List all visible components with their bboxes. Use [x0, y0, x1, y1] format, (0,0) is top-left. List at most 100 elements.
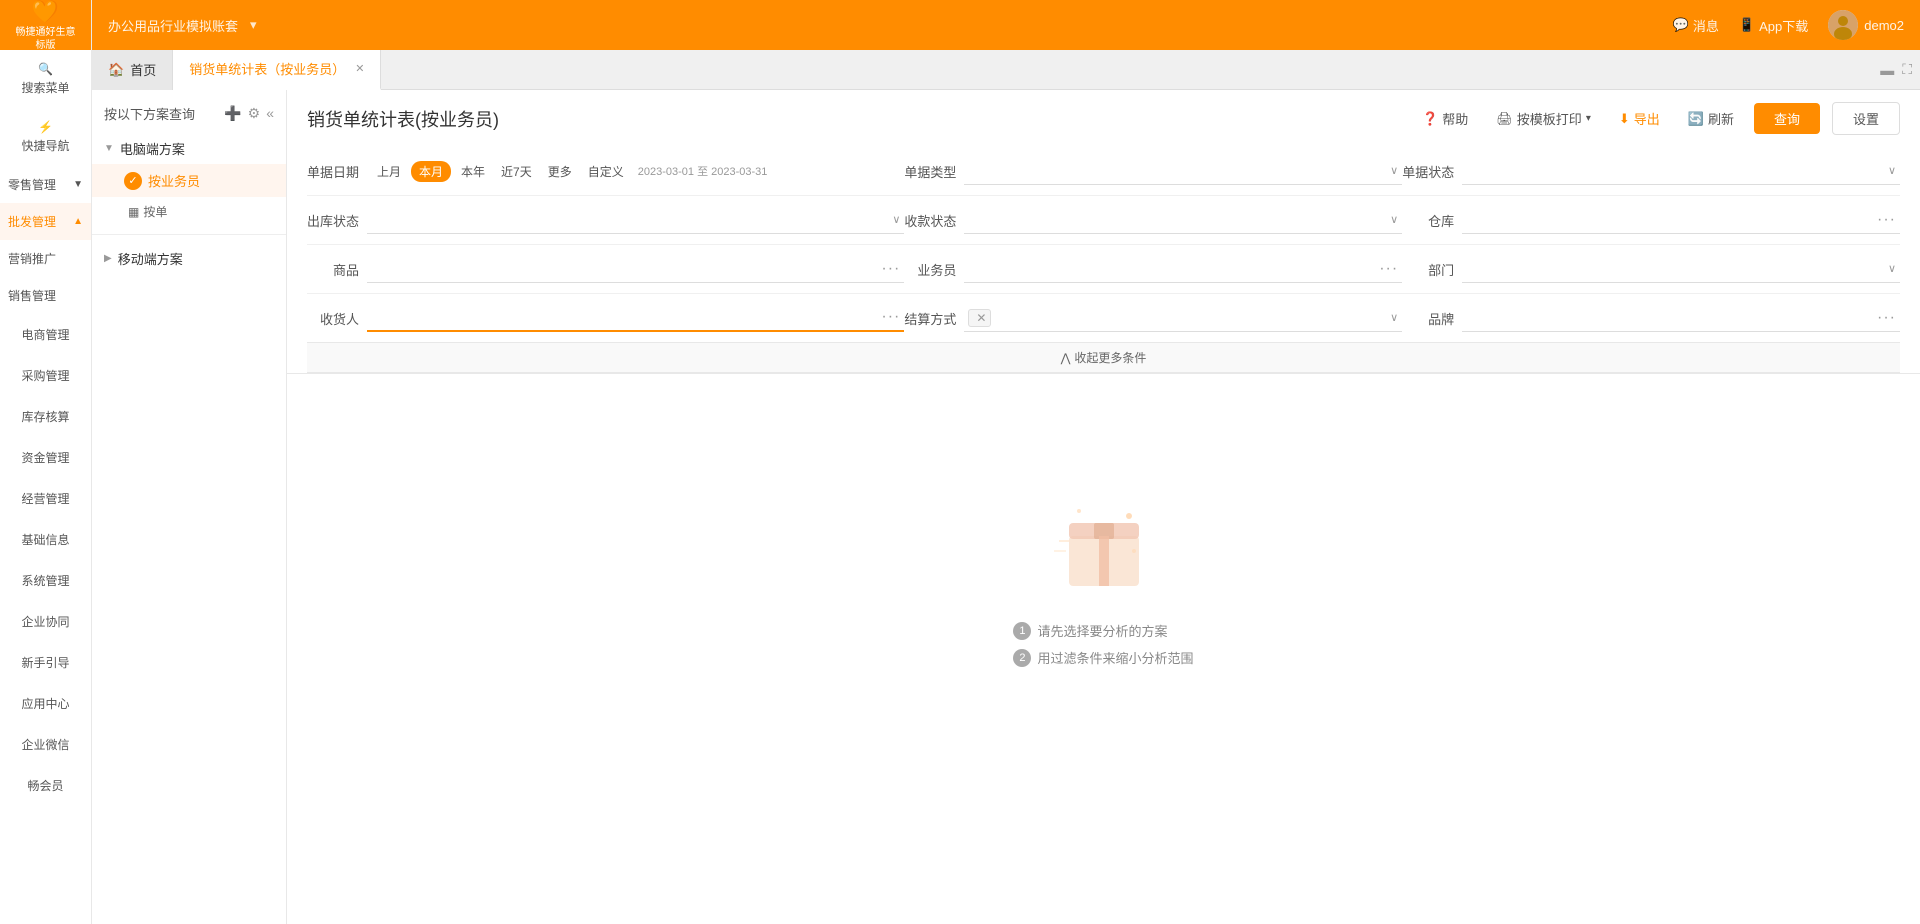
goods-control[interactable]: ··· [367, 255, 904, 283]
edit-scheme-button[interactable]: ⚙ [248, 105, 261, 122]
tab-home[interactable]: 🏠 首页 [92, 50, 173, 90]
goods-label: 商品 [307, 260, 367, 279]
filter-doc-status: 单据状态 ∨ [1402, 157, 1900, 185]
sidebar-item-enterprise[interactable]: 企业协同 [0, 601, 91, 642]
date-range-control[interactable]: 上月 本月 本年 近7天 更多 自定义 2023-03-01 至 2023-03… [367, 157, 904, 185]
tip-1: 1 请先选择要分析的方案 [1013, 621, 1193, 640]
doc-type-control[interactable]: ∨ [964, 157, 1402, 185]
topbar: 办公用品行业模拟账套 ▾ 💬 消息 📱 App下载 demo2 [92, 0, 1920, 50]
salesperson-control[interactable]: ··· [964, 255, 1402, 283]
tip-num-1: 1 [1013, 622, 1031, 640]
collapse-button[interactable]: ⋀ 收起更多条件 [307, 342, 1900, 373]
sidebar-search[interactable]: 🔍 搜索菜单 [0, 50, 91, 108]
message-button[interactable]: 💬 消息 [1673, 16, 1719, 35]
out-status-label: 出库状态 [307, 211, 367, 230]
more-icon: ··· [881, 308, 900, 326]
sidebar-item-operation[interactable]: 经营管理 [0, 478, 91, 519]
collapse-panel-button[interactable]: « [266, 105, 274, 122]
chevron-down-icon: ∨ [892, 213, 900, 226]
doc-status-control[interactable]: ∨ [1462, 157, 1900, 185]
sidebar: 🧡 畅捷通好生意 标版 🔍 搜索菜单 ⚡ 快捷导航 零售管理 ▼ 批发管理 ▲ … [0, 0, 92, 924]
scheme-desktop[interactable]: ▼ 电脑端方案 [92, 133, 286, 164]
sidebar-item-appstore[interactable]: 应用中心 [0, 683, 91, 724]
page-title: 销货单统计表(按业务员) [307, 106, 499, 132]
panel-icons: ➕ ⚙ « [224, 105, 274, 122]
filter-brand: 品牌 ··· [1402, 304, 1900, 332]
warehouse-control[interactable]: ··· [1462, 206, 1900, 234]
empty-illustration [1044, 481, 1164, 601]
doc-status-label: 单据状态 [1402, 162, 1462, 181]
sidebar-item-ecommerce[interactable]: 电商管理 [0, 314, 91, 355]
sidebar-item-member[interactable]: 畅会员 [0, 765, 91, 806]
scheme-mobile[interactable]: ▶ 移动端方案 [92, 243, 286, 274]
tip-num-2: 2 [1013, 649, 1031, 667]
scheme-by-salesperson[interactable]: ✓ 按业务员 [92, 164, 286, 197]
sidebar-quicknav[interactable]: ⚡ 快捷导航 [0, 108, 91, 166]
logo-icon: 🧡 [32, 0, 59, 27]
custom-btn[interactable]: 自定义 [582, 161, 630, 182]
settlement-label: 结算方式 [904, 309, 964, 328]
filter-doc-type: 单据类型 ∨ [904, 157, 1402, 185]
sidebar-item-inventory[interactable]: 库存核算 [0, 396, 91, 437]
last-7-days-btn[interactable]: 近7天 [495, 161, 538, 182]
grid-icon: ▦ [128, 205, 139, 219]
search-icon: 🔍 [38, 62, 53, 76]
refresh-icon: 🔄 [1688, 111, 1704, 127]
tabbar: 🏠 首页 销货单统计表（按业务员） ✕ ▬ ⛶ [92, 50, 1920, 90]
consignee-control[interactable]: ··· [367, 304, 904, 332]
receipt-status-label: 收款状态 [904, 211, 964, 230]
filter-goods: 商品 ··· [307, 255, 904, 283]
prev-month-btn[interactable]: 上月 [371, 161, 407, 182]
export-button[interactable]: ⬇ 导出 [1611, 105, 1668, 132]
sidebar-item-wechat[interactable]: 企业微信 [0, 724, 91, 765]
dropdown-icon[interactable]: ▾ [250, 17, 257, 33]
consignee-label: 收货人 [307, 309, 367, 328]
filter-consignee: 收货人 ··· [307, 304, 904, 332]
more-btn[interactable]: 更多 [542, 161, 578, 182]
tab-sales-stats[interactable]: 销货单统计表（按业务员） ✕ [173, 50, 381, 90]
add-scheme-button[interactable]: ➕ [224, 105, 241, 122]
query-button[interactable]: 查询 [1754, 103, 1820, 134]
settlement-tag-close[interactable]: ✕ [976, 311, 986, 325]
refresh-button[interactable]: 🔄 刷新 [1680, 105, 1742, 132]
sidebar-item-retail[interactable]: 零售管理 ▼ [0, 166, 91, 203]
minimize-icon[interactable]: ▬ [1880, 62, 1894, 78]
sidebar-item-basic[interactable]: 基础信息 [0, 519, 91, 560]
doc-type-label: 单据类型 [904, 162, 964, 181]
this-month-btn[interactable]: 本月 [411, 161, 451, 182]
sidebar-item-newuser[interactable]: 新手引导 [0, 642, 91, 683]
tab-close-button[interactable]: ✕ [355, 62, 364, 75]
scheme-by-order[interactable]: ▦ 按单 [92, 197, 286, 226]
help-button[interactable]: ❓ 帮助 [1414, 105, 1476, 132]
chevron-right-icon: ▶ [104, 253, 112, 264]
sidebar-item-finance[interactable]: 资金管理 [0, 437, 91, 478]
settings-button[interactable]: 设置 [1832, 102, 1900, 135]
settlement-control[interactable]: ✕ ∨ [964, 304, 1402, 332]
more-icon: ··· [1877, 309, 1896, 327]
this-year-btn[interactable]: 本年 [455, 161, 491, 182]
active-scheme-dot: ✓ [124, 172, 142, 190]
receipt-status-control[interactable]: ∨ [964, 206, 1402, 234]
out-status-control[interactable]: ∨ [367, 206, 904, 234]
sidebar-item-marketing[interactable]: 营销推广 [0, 240, 91, 277]
date-range-text: 2023-03-01 至 2023-03-31 [638, 163, 768, 179]
maximize-icon[interactable]: ⛶ [1902, 61, 1912, 78]
sidebar-item-wholesale[interactable]: 批发管理 ▲ [0, 203, 91, 240]
print-button[interactable]: 🖨 按模板打印 ▾ [1488, 105, 1599, 132]
chevron-up-icon: ▲ [73, 216, 83, 227]
user-menu[interactable]: demo2 [1828, 10, 1904, 40]
brand-control[interactable]: ··· [1462, 304, 1900, 332]
filter-dept: 部门 ∨ [1402, 255, 1900, 283]
sidebar-item-sales[interactable]: 销售管理 [0, 277, 91, 314]
dept-control[interactable]: ∨ [1462, 255, 1900, 283]
sidebar-item-purchase[interactable]: 采购管理 [0, 355, 91, 396]
more-icon: ··· [1877, 211, 1896, 229]
avatar [1828, 10, 1858, 40]
consignee-input[interactable] [371, 308, 881, 327]
app-download-button[interactable]: 📱 App下载 [1739, 16, 1808, 35]
download-icon: 📱 [1739, 17, 1755, 33]
filter-row-4: 收货人 ··· 结算方式 ✕ [307, 294, 1900, 342]
sidebar-item-system[interactable]: 系统管理 [0, 560, 91, 601]
main-area: 办公用品行业模拟账套 ▾ 💬 消息 📱 App下载 demo2 [92, 0, 1920, 924]
chevron-down-icon: ∨ [1888, 262, 1896, 275]
